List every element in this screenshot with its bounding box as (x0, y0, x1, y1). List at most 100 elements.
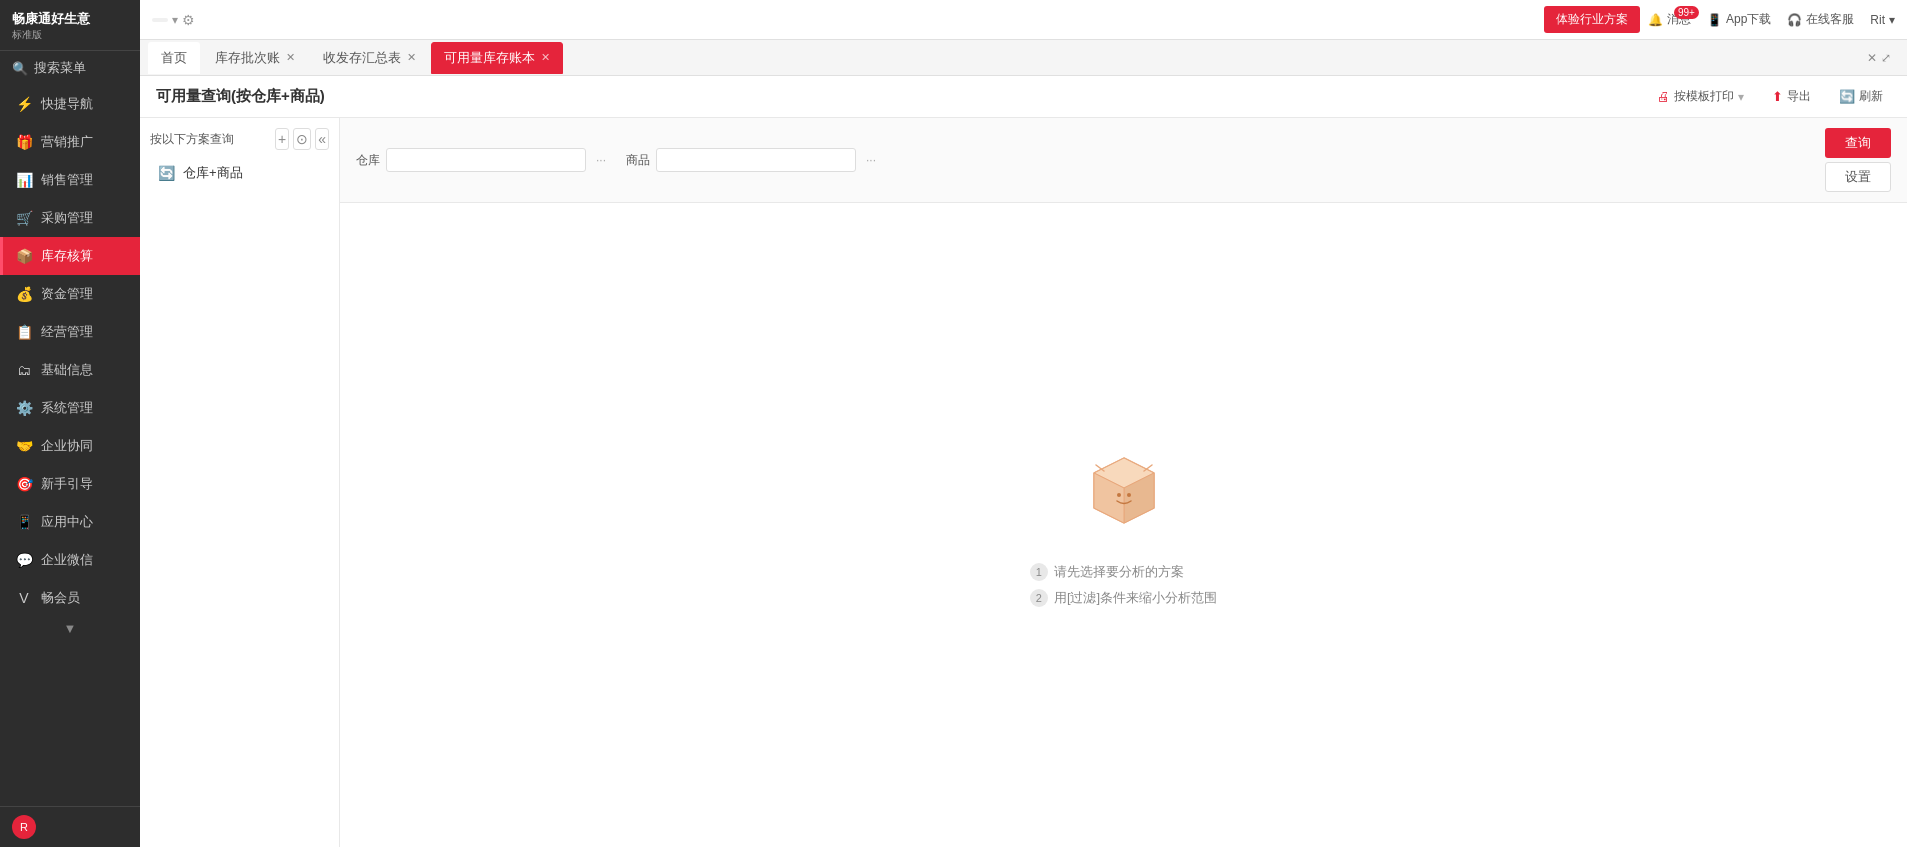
query-input-warehouse[interactable] (386, 148, 586, 172)
hint-num-1: 1 (1030, 563, 1048, 581)
newguide-icon: 🎯 (15, 476, 33, 492)
topbar-dropdown-icon[interactable]: ▾ (172, 13, 178, 27)
sidebar-item-marketing[interactable]: 🎁 营销推广 (0, 123, 140, 161)
purchase-icon: 🛒 (15, 210, 33, 226)
tab-close-icon[interactable]: ✕ (407, 51, 416, 64)
appcenter-icon: 📱 (15, 514, 33, 530)
quick-nav-icon: ⚡ (15, 96, 33, 112)
sidebar-item-label: 资金管理 (41, 285, 93, 303)
sidebar-item-sales[interactable]: 📊 销售管理 (0, 161, 140, 199)
refresh-button[interactable]: 🔄 刷新 (1831, 84, 1891, 109)
print-dropdown-icon[interactable]: ▾ (1738, 90, 1744, 104)
basic-icon: 🗂 (15, 362, 33, 378)
sidebar-search[interactable]: 🔍 搜索菜单 (0, 51, 140, 85)
hint-text-1: 请先选择要分析的方案 (1054, 563, 1184, 581)
query-field-label-warehouse: 仓库 (356, 152, 380, 169)
headset-icon: 🎧 (1787, 13, 1802, 27)
query-field-goods: 商品 ··· (626, 148, 880, 172)
print-button[interactable]: 🖨 按模板打印 ▾ (1649, 84, 1752, 109)
notification-badge: 99+ (1674, 6, 1699, 19)
sidebar-user-area[interactable]: R (0, 806, 140, 847)
topbar-path (152, 18, 168, 22)
print-icon: 🖨 (1657, 89, 1670, 104)
refresh-label: 刷新 (1859, 88, 1883, 105)
tab-batch-account[interactable]: 库存批次账✕ (202, 42, 308, 74)
app-download-label: App下载 (1726, 11, 1771, 28)
settings-button[interactable]: 设置 (1825, 162, 1891, 192)
empty-hint-2: 2 用[过滤]条件来缩小分析范围 (1030, 589, 1217, 607)
tab-home[interactable]: 首页 (148, 42, 200, 74)
sidebar-logo: 畅康通好生意 标准版 (0, 0, 140, 51)
sidebar-item-label: 企业微信 (41, 551, 93, 569)
warehouse-goods-filter-icon: 🔄 (158, 165, 175, 181)
sidebar-item-wechat[interactable]: 💬 企业微信 (0, 541, 140, 579)
sidebar-item-label: 系统管理 (41, 399, 93, 417)
export-button[interactable]: ⬆ 导出 (1764, 84, 1819, 109)
filter-item-label: 仓库+商品 (183, 164, 243, 182)
sidebar-item-system[interactable]: ⚙️ 系统管理 (0, 389, 140, 427)
notification-button[interactable]: 🔔 消息 99+ (1648, 11, 1691, 28)
svg-point-5 (1127, 493, 1131, 497)
refresh-icon: 🔄 (1839, 89, 1855, 104)
settings-scheme-button[interactable]: ⊙ (293, 128, 311, 150)
sidebar-item-member[interactable]: V 畅会员 (0, 579, 140, 617)
sidebar-item-label: 企业协同 (41, 437, 93, 455)
page-actions: 🖨 按模板打印 ▾ ⬆ 导出 🔄 刷新 (1649, 84, 1891, 109)
tab-close-all-button[interactable]: ✕ ⤢ (1859, 47, 1899, 69)
system-icon: ⚙️ (15, 400, 33, 416)
sidebar-item-appcenter[interactable]: 📱 应用中心 (0, 503, 140, 541)
sidebar-item-label: 应用中心 (41, 513, 93, 531)
svg-point-4 (1117, 493, 1121, 497)
sales-icon: 📊 (15, 172, 33, 188)
query-button[interactable]: 查询 (1825, 128, 1891, 158)
sidebar-scroll-down[interactable]: ▼ (0, 617, 140, 640)
sidebar-item-enterprise[interactable]: 🤝 企业协同 (0, 427, 140, 465)
filter-item-warehouse-goods[interactable]: 🔄 仓库+商品 (150, 158, 329, 188)
user-menu-button[interactable]: Rit ▾ (1870, 13, 1895, 27)
query-field-more-warehouse[interactable]: ··· (592, 153, 610, 167)
sidebar-item-inventory[interactable]: 📦 库存核算 (0, 237, 140, 275)
content-area: 按以下方案查询 + ⊙ « 🔄 仓库+商品 仓库 ··· 商品 ··· 查询 (140, 118, 1907, 847)
main-area: ▾ ⚙ 体验行业方案 🔔 消息 99+ 📱 App下载 🎧 在线客服 Rit ▾ (140, 0, 1907, 847)
tab-label: 首页 (161, 49, 187, 67)
operation-icon: 📋 (15, 324, 33, 340)
sidebar-item-label: 基础信息 (41, 361, 93, 379)
topbar-gear-icon[interactable]: ⚙ (182, 12, 195, 28)
search-icon: 🔍 (12, 61, 28, 76)
query-field-warehouse: 仓库 ··· (356, 148, 610, 172)
sidebar-item-quick-nav[interactable]: ⚡ 快捷导航 (0, 85, 140, 123)
empty-illustration (1074, 443, 1174, 543)
app-download-button[interactable]: 📱 App下载 (1707, 11, 1771, 28)
trial-industry-button[interactable]: 体验行业方案 (1544, 6, 1640, 33)
tabs-bar: 首页库存批次账✕收发存汇总表✕可用量库存账本✕ ✕ ⤢ (140, 40, 1907, 76)
collapse-panel-button[interactable]: « (315, 128, 329, 150)
sidebar-item-operation[interactable]: 📋 经营管理 (0, 313, 140, 351)
marketing-icon: 🎁 (15, 134, 33, 150)
sidebar-item-newguide[interactable]: 🎯 新手引导 (0, 465, 140, 503)
sidebar-item-basic[interactable]: 🗂 基础信息 (0, 351, 140, 389)
tab-close-icon[interactable]: ✕ (286, 51, 295, 64)
query-field-label-goods: 商品 (626, 152, 650, 169)
add-scheme-button[interactable]: + (275, 128, 289, 150)
tab-close-icon[interactable]: ✕ (541, 51, 550, 64)
filter-panel-header: 按以下方案查询 + ⊙ « (150, 128, 329, 150)
query-input-goods[interactable] (656, 148, 856, 172)
sidebar-search-label: 搜索菜单 (34, 59, 86, 77)
sidebar-item-purchase[interactable]: 🛒 采购管理 (0, 199, 140, 237)
filter-panel-title: 按以下方案查询 (150, 131, 234, 148)
bell-icon: 🔔 (1648, 13, 1663, 27)
sidebar-item-label: 采购管理 (41, 209, 93, 227)
online-service-button[interactable]: 🎧 在线客服 (1787, 11, 1854, 28)
tab-label: 收发存汇总表 (323, 49, 401, 67)
export-label: 导出 (1787, 88, 1811, 105)
wechat-icon: 💬 (15, 552, 33, 568)
tab-receipt-summary[interactable]: 收发存汇总表 ✕ (310, 42, 429, 74)
tab-available-ledger[interactable]: 可用量库存账本✕ (431, 42, 563, 74)
hint-text-2: 用[过滤]条件来缩小分析范围 (1054, 589, 1217, 607)
sidebar: 畅康通好生意 标准版 🔍 搜索菜单 ⚡ 快捷导航 🎁 营销推广 📊 销售管理 🛒… (0, 0, 140, 847)
close-all-icon: ✕ (1867, 51, 1877, 65)
sidebar-item-label: 销售管理 (41, 171, 93, 189)
query-field-more-goods[interactable]: ··· (862, 153, 880, 167)
sidebar-item-label: 库存核算 (41, 247, 93, 265)
sidebar-item-finance[interactable]: 💰 资金管理 (0, 275, 140, 313)
